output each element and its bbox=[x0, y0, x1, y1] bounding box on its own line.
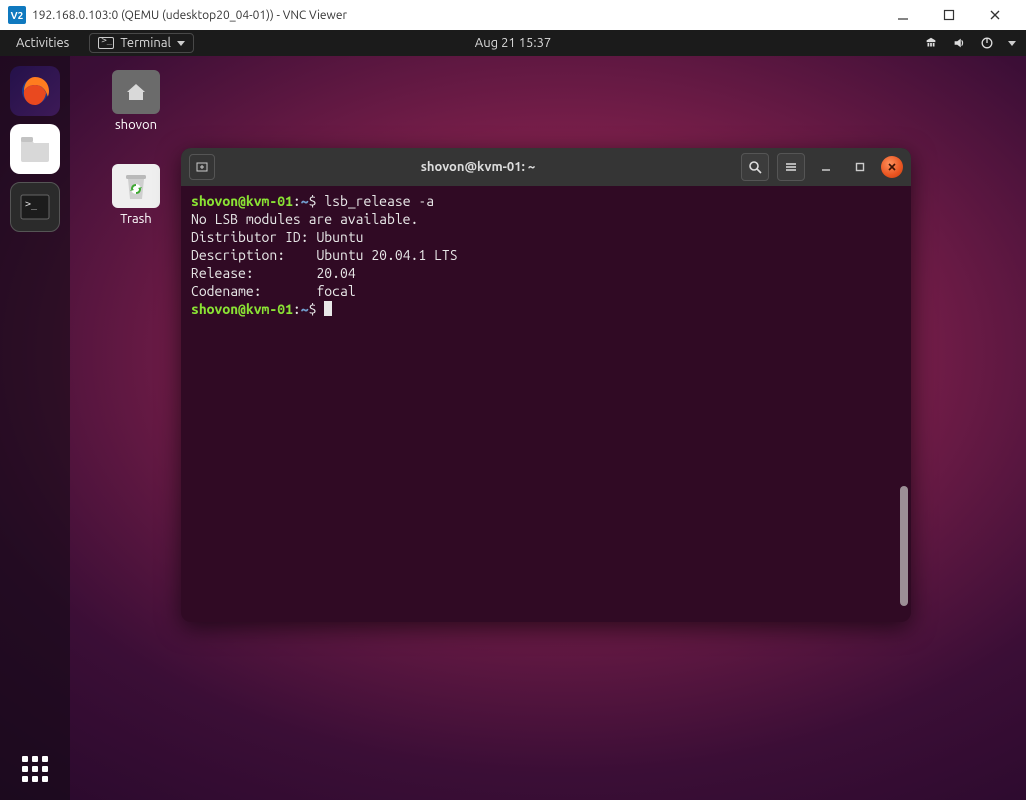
cursor bbox=[324, 301, 332, 316]
app-menu-label: Terminal bbox=[120, 36, 171, 50]
desktop[interactable]: >_ shovon Trash shovon@kvm-01: ~ bbox=[0, 56, 1026, 800]
output-line: Distributor ID: Ubuntu bbox=[191, 229, 364, 245]
search-icon bbox=[748, 160, 762, 174]
terminal-title: shovon@kvm-01: ~ bbox=[223, 160, 733, 174]
system-tray[interactable] bbox=[924, 36, 1016, 50]
output-line: Description: Ubuntu 20.04.1 LTS bbox=[191, 247, 458, 263]
svg-text:>_: >_ bbox=[25, 199, 38, 210]
new-tab-icon bbox=[195, 160, 209, 174]
prompt-symbol: $ bbox=[309, 301, 317, 317]
dock-files[interactable] bbox=[10, 124, 60, 174]
home-icon bbox=[125, 82, 147, 102]
menu-button[interactable] bbox=[777, 153, 805, 181]
output-line: Release: 20.04 bbox=[191, 265, 356, 281]
power-icon bbox=[980, 36, 994, 50]
scrollbar-thumb[interactable] bbox=[900, 486, 908, 606]
search-button[interactable] bbox=[741, 153, 769, 181]
terminal-headerbar: shovon@kvm-01: ~ bbox=[181, 148, 911, 186]
dock: >_ bbox=[0, 56, 70, 800]
command-text: lsb_release -a bbox=[324, 193, 434, 209]
hamburger-icon bbox=[784, 160, 798, 174]
terminal-minimize-button[interactable] bbox=[813, 154, 839, 180]
desktop-trash-label: Trash bbox=[120, 212, 151, 226]
terminal-icon: >_ bbox=[20, 194, 50, 220]
firefox-icon bbox=[18, 74, 52, 108]
output-line: Codename: focal bbox=[191, 283, 356, 299]
new-tab-button[interactable] bbox=[189, 154, 215, 180]
volume-icon bbox=[952, 36, 966, 50]
network-icon bbox=[924, 36, 938, 50]
grid-icon bbox=[22, 756, 48, 782]
app-menu-button[interactable]: Terminal bbox=[89, 33, 194, 53]
prompt-user: shovon@kvm-01 bbox=[191, 301, 293, 317]
vnc-title: 192.168.0.103:0 (QEMU (udesktop20_04-01)… bbox=[32, 9, 347, 22]
clock[interactable]: Aug 21 15:37 bbox=[475, 36, 552, 50]
output-line: No LSB modules are available. bbox=[191, 211, 418, 227]
window-maximize-button[interactable] bbox=[926, 0, 972, 30]
terminal-window: shovon@kvm-01: ~ shovon@kvm-01:~$ lsb_re… bbox=[181, 148, 911, 622]
terminal-icon bbox=[98, 37, 114, 49]
dock-firefox[interactable] bbox=[10, 66, 60, 116]
prompt-symbol: $ bbox=[309, 193, 317, 209]
desktop-home-label: shovon bbox=[115, 118, 157, 132]
vnc-titlebar: V2 192.168.0.103:0 (QEMU (udesktop20_04-… bbox=[0, 0, 1026, 30]
gnome-top-bar: Activities Terminal Aug 21 15:37 bbox=[0, 30, 1026, 56]
chevron-down-icon bbox=[1008, 41, 1016, 46]
window-minimize-button[interactable] bbox=[880, 0, 926, 30]
vnc-logo-icon: V2 bbox=[8, 6, 26, 24]
desktop-trash[interactable]: Trash bbox=[104, 164, 168, 226]
trash-icon bbox=[123, 171, 149, 201]
chevron-down-icon bbox=[177, 41, 185, 46]
prompt-path: ~ bbox=[301, 301, 309, 317]
folder-icon bbox=[19, 134, 51, 164]
close-icon bbox=[887, 162, 897, 172]
prompt-path: ~ bbox=[301, 193, 309, 209]
prompt-user: shovon@kvm-01 bbox=[191, 193, 293, 209]
dock-terminal[interactable]: >_ bbox=[10, 182, 60, 232]
desktop-home-folder[interactable]: shovon bbox=[104, 70, 168, 132]
window-close-button[interactable] bbox=[972, 0, 1018, 30]
activities-button[interactable]: Activities bbox=[10, 34, 75, 52]
terminal-maximize-button[interactable] bbox=[847, 154, 873, 180]
show-applications-button[interactable] bbox=[0, 756, 70, 782]
terminal-body[interactable]: shovon@kvm-01:~$ lsb_release -a No LSB m… bbox=[181, 186, 911, 622]
terminal-close-button[interactable] bbox=[881, 156, 903, 178]
